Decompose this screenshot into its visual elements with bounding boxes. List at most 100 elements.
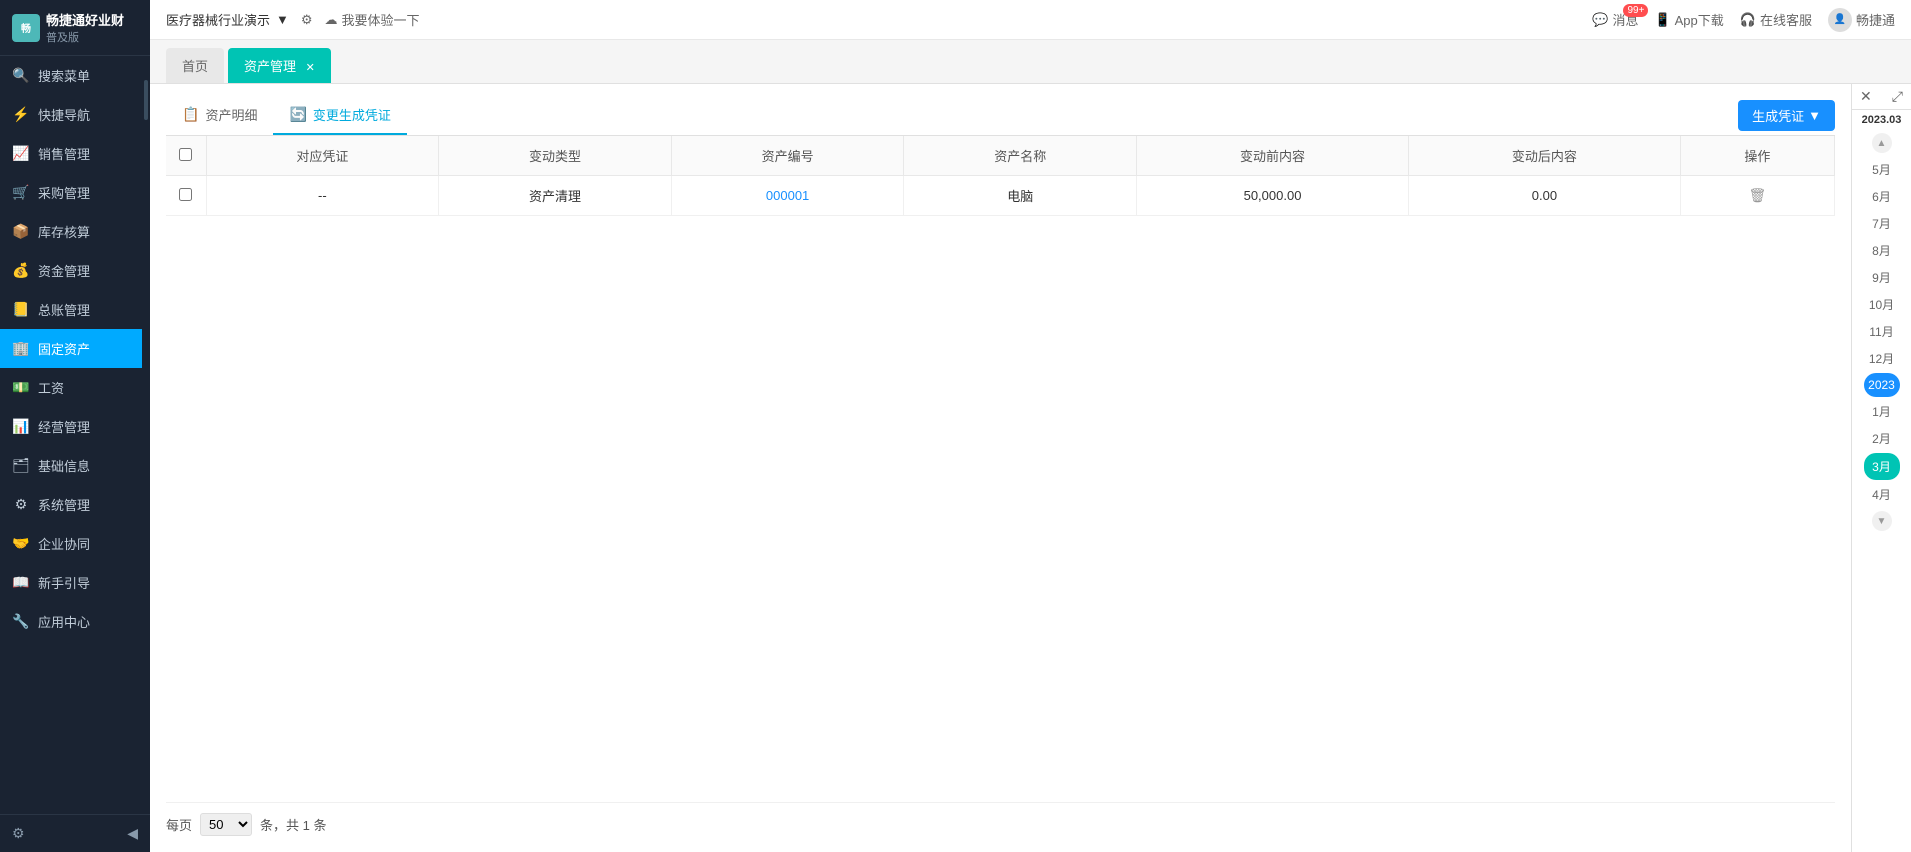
month-list: 5月 6月 7月 8月 9月 10月 11月 12月 2023 1月 2月 3月… bbox=[1852, 156, 1911, 508]
row-change-type: 资产清理 bbox=[439, 176, 672, 216]
scroll-up-button[interactable]: ▲ bbox=[1872, 133, 1892, 153]
month-2[interactable]: 2月 bbox=[1852, 425, 1911, 452]
sidebar-scroll-area: 🔍 搜索菜单 ⚡ 快捷导航 📈 销售管理 🛒 采购管理 📦 库存核算 💰 bbox=[0, 56, 150, 814]
sidebar-item-guide[interactable]: 📖 新手引导 bbox=[0, 563, 142, 602]
app-download-button[interactable]: 📱 App下载 bbox=[1654, 10, 1723, 29]
row-after-change: 0.00 bbox=[1408, 176, 1680, 216]
pagination: 每页 50 10 20 100 条，共 1 条 bbox=[166, 802, 1835, 840]
inventory-icon: 📦 bbox=[12, 223, 30, 241]
month-10[interactable]: 10月 bbox=[1852, 291, 1911, 318]
row-asset-code[interactable]: 000001 bbox=[671, 176, 904, 216]
dropdown-icon: ▼ bbox=[276, 12, 289, 27]
month-9[interactable]: 9月 bbox=[1852, 264, 1911, 291]
sidebar-item-sales[interactable]: 📈 销售管理 bbox=[0, 134, 142, 173]
table-body: -- 资产清理 000001 电脑 50,000.00 0.00 🗑 bbox=[166, 176, 1835, 216]
header-voucher: 对应凭证 bbox=[206, 136, 439, 176]
settings-icon[interactable]: ⚙ bbox=[12, 825, 25, 842]
tab-assets-label: 资产管理 bbox=[244, 59, 296, 74]
avatar: 👤 bbox=[1828, 8, 1852, 32]
month-8[interactable]: 8月 bbox=[1852, 237, 1911, 264]
guide-icon: 📖 bbox=[12, 574, 30, 592]
app-download-label: App下载 bbox=[1675, 10, 1724, 29]
system-icon: ⚙ bbox=[12, 496, 30, 514]
sidebar-item-basics[interactable]: 🗂 基础信息 bbox=[0, 446, 142, 485]
sub-tab-change-voucher-label: 变更生成凭证 bbox=[313, 105, 391, 124]
purchase-icon: 🛒 bbox=[12, 184, 30, 202]
topbar: 医疗器械行业演示 ▼ ⚙ ☁ 我要体验一下 💬 消息 99+ 📱 App下载 🎧… bbox=[150, 0, 1911, 40]
enterprise-icon: 🤝 bbox=[12, 535, 30, 553]
month-1[interactable]: 1月 bbox=[1852, 398, 1911, 425]
per-page-select[interactable]: 50 10 20 100 bbox=[200, 813, 252, 836]
sidebar-item-operations[interactable]: 📊 经营管理 bbox=[0, 407, 142, 446]
sidebar-logo: 畅 畅捷通好业财 普及版 bbox=[0, 0, 150, 56]
quicknav-icon: ⚡ bbox=[12, 106, 30, 124]
toolbar: 生成凭证 ▼ bbox=[1738, 96, 1835, 135]
row-voucher: -- bbox=[206, 176, 439, 216]
sidebar-item-search[interactable]: 🔍 搜索菜单 bbox=[0, 56, 142, 95]
customer-service-button[interactable]: 🎧 在线客服 bbox=[1740, 10, 1812, 29]
search-icon: 🔍 bbox=[12, 67, 30, 85]
month-12[interactable]: 12月 bbox=[1852, 345, 1911, 372]
sidebar-item-label: 销售管理 bbox=[38, 144, 90, 163]
customer-service-label: 在线客服 bbox=[1760, 10, 1812, 29]
sidebar-item-label: 工资 bbox=[38, 378, 64, 397]
expand-panel-button[interactable]: ⤢ bbox=[1892, 88, 1903, 105]
sub-tab-asset-detail-label: 资产明细 bbox=[205, 105, 257, 124]
select-all-checkbox[interactable] bbox=[179, 148, 192, 161]
topbar-right: 💬 消息 99+ 📱 App下载 🎧 在线客服 👤 畅捷通 bbox=[1592, 8, 1895, 32]
tabbar: 首页 资产管理 ✕ bbox=[150, 40, 1911, 84]
month-3[interactable]: 3月 bbox=[1864, 453, 1900, 480]
month-5[interactable]: 5月 bbox=[1852, 156, 1911, 183]
sidebar-item-inventory[interactable]: 📦 库存核算 bbox=[0, 212, 142, 251]
row-checkbox[interactable] bbox=[179, 188, 192, 201]
sidebar-item-enterprise[interactable]: 🤝 企业协同 bbox=[0, 524, 142, 563]
year-badge[interactable]: 2023 bbox=[1864, 373, 1900, 397]
sidebar-item-label: 应用中心 bbox=[38, 612, 90, 631]
delete-icon[interactable]: 🗑 bbox=[1749, 187, 1767, 203]
data-table: 对应凭证 变动类型 资产编号 资产名称 变动前内容 变动后内容 操作 bbox=[166, 136, 1835, 216]
sales-icon: 📈 bbox=[12, 145, 30, 163]
sidebar-item-label: 总账管理 bbox=[38, 300, 90, 319]
generate-voucher-button[interactable]: 生成凭证 ▼ bbox=[1738, 100, 1835, 131]
header-asset-name: 资产名称 bbox=[904, 136, 1137, 176]
appcenter-icon: 🔧 bbox=[12, 613, 30, 631]
notifications-button[interactable]: 💬 消息 99+ bbox=[1592, 10, 1638, 29]
collapse-icon[interactable]: ◀ bbox=[127, 825, 138, 842]
logo-title: 畅捷通好业财 bbox=[46, 10, 124, 29]
sidebar-item-purchase[interactable]: 🛒 采购管理 bbox=[0, 173, 142, 212]
tab-assets[interactable]: 资产管理 ✕ bbox=[228, 48, 331, 83]
month-4[interactable]: 4月 bbox=[1852, 481, 1911, 508]
company-selector[interactable]: 医疗器械行业演示 ▼ bbox=[166, 10, 289, 29]
cloud-icon: ☁ bbox=[325, 12, 338, 28]
sidebar-item-fixedassets[interactable]: 🏢 固定资产 bbox=[0, 329, 142, 368]
row-checkbox-cell bbox=[166, 176, 206, 216]
close-panel-button[interactable]: ✕ bbox=[1860, 88, 1872, 105]
tab-home[interactable]: 首页 bbox=[166, 48, 224, 83]
sidebar-item-appcenter[interactable]: 🔧 应用中心 bbox=[0, 602, 142, 641]
row-before-change: 50,000.00 bbox=[1137, 176, 1409, 216]
tab-close-icon[interactable]: ✕ bbox=[306, 62, 315, 74]
header-checkbox-cell bbox=[166, 136, 206, 176]
sidebar-item-ledger[interactable]: 📒 总账管理 bbox=[0, 290, 142, 329]
sidebar-item-system[interactable]: ⚙ 系统管理 bbox=[0, 485, 142, 524]
header-asset-code: 资产编号 bbox=[671, 136, 904, 176]
sidebar-item-funds[interactable]: 💰 资金管理 bbox=[0, 251, 142, 290]
sub-tab-change-voucher[interactable]: 🔄 变更生成凭证 bbox=[273, 96, 406, 135]
header-after-change: 变动后内容 bbox=[1408, 136, 1680, 176]
tab-home-label: 首页 bbox=[182, 59, 208, 74]
row-action-cell: 🗑 bbox=[1680, 176, 1834, 216]
month-7[interactable]: 7月 bbox=[1852, 210, 1911, 237]
sidebar-item-quicknav[interactable]: ⚡ 快捷导航 bbox=[0, 95, 142, 134]
main-content: 医疗器械行业演示 ▼ ⚙ ☁ 我要体验一下 💬 消息 99+ 📱 App下载 🎧… bbox=[150, 0, 1911, 852]
logo-icon: 畅 bbox=[12, 14, 40, 42]
month-11[interactable]: 11月 bbox=[1852, 318, 1911, 345]
sidebar-item-wages[interactable]: 💵 工资 bbox=[0, 368, 142, 407]
settings-gear-icon[interactable]: ⚙ bbox=[301, 12, 313, 28]
scroll-down-button[interactable]: ▼ bbox=[1872, 511, 1892, 531]
month-6[interactable]: 6月 bbox=[1852, 183, 1911, 210]
demo-button[interactable]: ☁ 我要体验一下 bbox=[325, 10, 420, 29]
sub-tab-asset-detail[interactable]: 📋 资产明细 bbox=[166, 96, 273, 135]
generate-label: 生成凭证 bbox=[1752, 106, 1804, 125]
header-change-type: 变动类型 bbox=[439, 136, 672, 176]
user-menu[interactable]: 👤 畅捷通 bbox=[1828, 8, 1895, 32]
